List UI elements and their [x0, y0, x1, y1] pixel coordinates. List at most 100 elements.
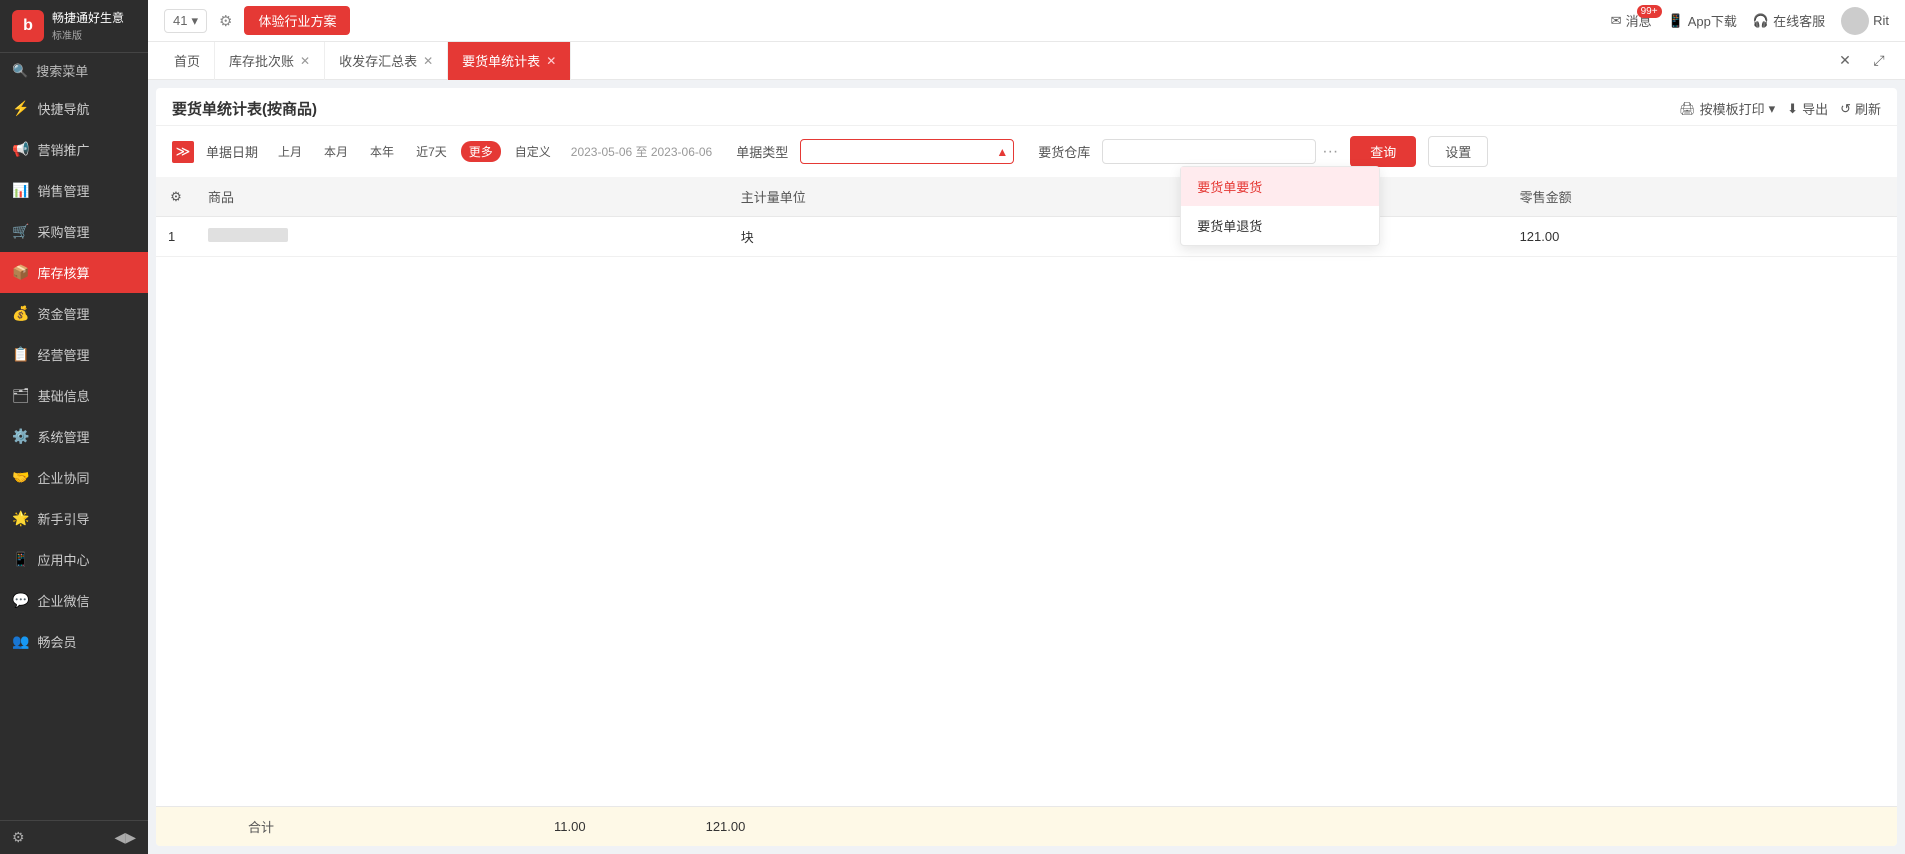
setting-button[interactable]: 设置: [1428, 136, 1488, 167]
messages-icon: ✉: [1611, 13, 1622, 29]
tab-close-inventory-batch[interactable]: ✕: [300, 55, 310, 67]
tab-home[interactable]: 首页: [160, 42, 215, 80]
sidebar-item-inventory[interactable]: 📦 库存核算: [0, 252, 148, 293]
page-title: 要货单统计表(按商品): [172, 98, 317, 119]
nav-label-wechat: 企业微信: [37, 591, 89, 610]
sidebar-item-basic[interactable]: 🗂 基础信息: [0, 375, 148, 416]
online-service-action[interactable]: 🎧 在线客服: [1753, 11, 1825, 30]
content-area: 要货单统计表(按商品) 🖨 按模板打印 ▾ ⬇ 导出 ↺ 刷新: [148, 80, 1905, 854]
type-chevron-up-icon[interactable]: ▲: [996, 145, 1008, 159]
refresh-icon: ↺: [1840, 101, 1851, 117]
dropdown-item-order-return[interactable]: 要货单退货: [1181, 206, 1379, 245]
last-7-days-btn[interactable]: 近7天: [408, 140, 455, 163]
tab-inventory-batch-label: 库存批次账: [229, 51, 294, 70]
col-product: 商品: [196, 177, 729, 217]
purchase-icon: 🛒: [12, 223, 29, 240]
table-row: 1 块 11.00 121.00: [156, 217, 1897, 257]
tab-receivable-summary[interactable]: 收发存汇总表 ✕: [325, 42, 448, 80]
trial-button[interactable]: 体验行业方案: [244, 6, 350, 35]
sidebar-item-operations[interactable]: 📋 经营管理: [0, 334, 148, 375]
more-dates-btn[interactable]: 更多: [461, 141, 501, 162]
sidebar-item-wechat[interactable]: 💬 企业微信: [0, 580, 148, 621]
tab-order-summary[interactable]: 要货单统计表 ✕: [448, 42, 571, 80]
store-selector[interactable]: 41 ▾: [164, 9, 207, 33]
store-selector-chevron: ▾: [191, 13, 198, 29]
enterprise-icon: 🤝: [12, 469, 29, 486]
sidebar-item-guide[interactable]: 🌟 新手引导: [0, 498, 148, 539]
footer-total-label: 合计: [248, 817, 274, 836]
avatar: [1841, 7, 1869, 35]
col-settings[interactable]: ⚙: [156, 177, 196, 217]
sidebar-item-marketing[interactable]: 📢 营销推广: [0, 129, 148, 170]
phone-icon: 📱: [1668, 13, 1684, 29]
tab-close-order-summary[interactable]: ✕: [546, 55, 556, 67]
app-logo-icon: b: [12, 10, 44, 42]
print-template-btn[interactable]: 🖨 按模板打印 ▾: [1679, 99, 1775, 118]
nav-label-enterprise: 企业协同: [37, 468, 89, 487]
settings-gear-icon[interactable]: ⚙: [219, 12, 232, 30]
nav-label-sales: 销售管理: [37, 181, 89, 200]
marketing-icon: 📢: [12, 141, 29, 158]
col-sale-amount: 零售金额: [1508, 177, 1897, 217]
header-left: 41 ▾ ⚙ 体验行业方案: [164, 6, 350, 35]
date-filter-label: 单据日期: [206, 142, 258, 161]
row-index: 1: [156, 217, 196, 257]
messages-badge: 99+: [1637, 5, 1662, 18]
tab-inventory-batch[interactable]: 库存批次账 ✕: [215, 42, 325, 80]
dropdown-item-order-request[interactable]: 要货单要货: [1181, 167, 1379, 206]
main-area: 41 ▾ ⚙ 体验行业方案 ✉ 消息 99+ 📱 App下载 🎧 在线客服 R: [148, 0, 1905, 854]
nav-label-apps: 应用中心: [37, 550, 89, 569]
last-month-btn[interactable]: 上月: [270, 140, 310, 163]
page-container: 要货单统计表(按商品) 🖨 按模板打印 ▾ ⬇ 导出 ↺ 刷新: [156, 88, 1897, 846]
user-menu[interactable]: Rit: [1841, 7, 1889, 35]
nav-label-basic: 基础信息: [38, 386, 90, 405]
date-filter: 上月 本月 本年 近7天 更多 自定义: [270, 140, 559, 163]
type-select-input[interactable]: [800, 139, 1014, 164]
row-unit: 块: [729, 217, 1185, 257]
table-header-row: ⚙ 商品 主计量单位 主数量 零售金额: [156, 177, 1897, 217]
tab-order-summary-label: 要货单统计表: [462, 51, 540, 70]
search-menu[interactable]: 🔍 搜索菜单: [0, 53, 148, 88]
custom-date-btn[interactable]: 自定义: [507, 140, 559, 163]
export-btn[interactable]: ⬇ 导出: [1787, 99, 1828, 118]
filter-expand-btn[interactable]: ≫: [172, 141, 194, 163]
sidebar-item-quick[interactable]: ⚡ 快捷导航: [0, 88, 148, 129]
quick-icon: ⚡: [12, 100, 29, 117]
tab-receivable-summary-label: 收发存汇总表: [339, 51, 417, 70]
sidebar-item-apps[interactable]: 📱 应用中心: [0, 539, 148, 580]
app-download-action[interactable]: 📱 App下载: [1668, 11, 1737, 30]
sidebar-nav: ⚡ 快捷导航 📢 营销推广 📊 销售管理 🛒 采购管理 📦 库存核算 💰 资金管…: [0, 88, 148, 820]
sidebar-item-purchase[interactable]: 🛒 采购管理: [0, 211, 148, 252]
messages-action[interactable]: ✉ 消息 99+: [1611, 11, 1652, 30]
members-icon: 👥: [12, 633, 29, 650]
refresh-btn[interactable]: ↺ 刷新: [1840, 99, 1881, 118]
warehouse-more-icon[interactable]: ···: [1322, 143, 1338, 161]
warehouse-select-input[interactable]: [1102, 139, 1316, 164]
nav-label-quick: 快捷导航: [37, 99, 89, 118]
query-button[interactable]: 查询: [1350, 136, 1416, 167]
sidebar-item-enterprise[interactable]: 🤝 企业协同: [0, 457, 148, 498]
sidebar-item-finance[interactable]: 💰 资金管理: [0, 293, 148, 334]
nav-label-guide: 新手引导: [37, 509, 89, 528]
footer-quantity: 11.00: [554, 819, 586, 834]
current-year-btn[interactable]: 本年: [362, 140, 402, 163]
print-template-label: 按模板打印: [1700, 99, 1765, 118]
print-chevron-down-icon: ▾: [1769, 101, 1776, 117]
tab-close-receivable-summary[interactable]: ✕: [423, 55, 433, 67]
sidebar-collapse-btn[interactable]: ◀▶: [114, 829, 136, 846]
sidebar-item-sales[interactable]: 📊 销售管理: [0, 170, 148, 211]
current-month-btn[interactable]: 本月: [316, 140, 356, 163]
tab-maximize-btn[interactable]: ⤢: [1865, 47, 1893, 75]
header-right: ✉ 消息 99+ 📱 App下载 🎧 在线客服 Rit: [1611, 7, 1889, 35]
col-unit: 主计量单位: [729, 177, 1185, 217]
search-icon: 🔍: [12, 63, 28, 79]
settings-icon[interactable]: ⚙: [12, 829, 25, 846]
page-header: 要货单统计表(按商品) 🖨 按模板打印 ▾ ⬇ 导出 ↺ 刷新: [156, 88, 1897, 126]
sidebar-item-members[interactable]: 👥 畅会员: [0, 621, 148, 662]
sidebar-bottom: ⚙ ◀▶: [0, 820, 148, 854]
nav-label-operations: 经营管理: [37, 345, 89, 364]
sidebar: b 畅捷通好生意 标准版 🔍 搜索菜单 ⚡ 快捷导航 📢 营销推广 📊 销售管理…: [0, 0, 148, 854]
sidebar-item-system[interactable]: ⚙️ 系统管理: [0, 416, 148, 457]
nav-label-system: 系统管理: [37, 427, 89, 446]
tab-close-all-btn[interactable]: ✕: [1831, 47, 1859, 75]
